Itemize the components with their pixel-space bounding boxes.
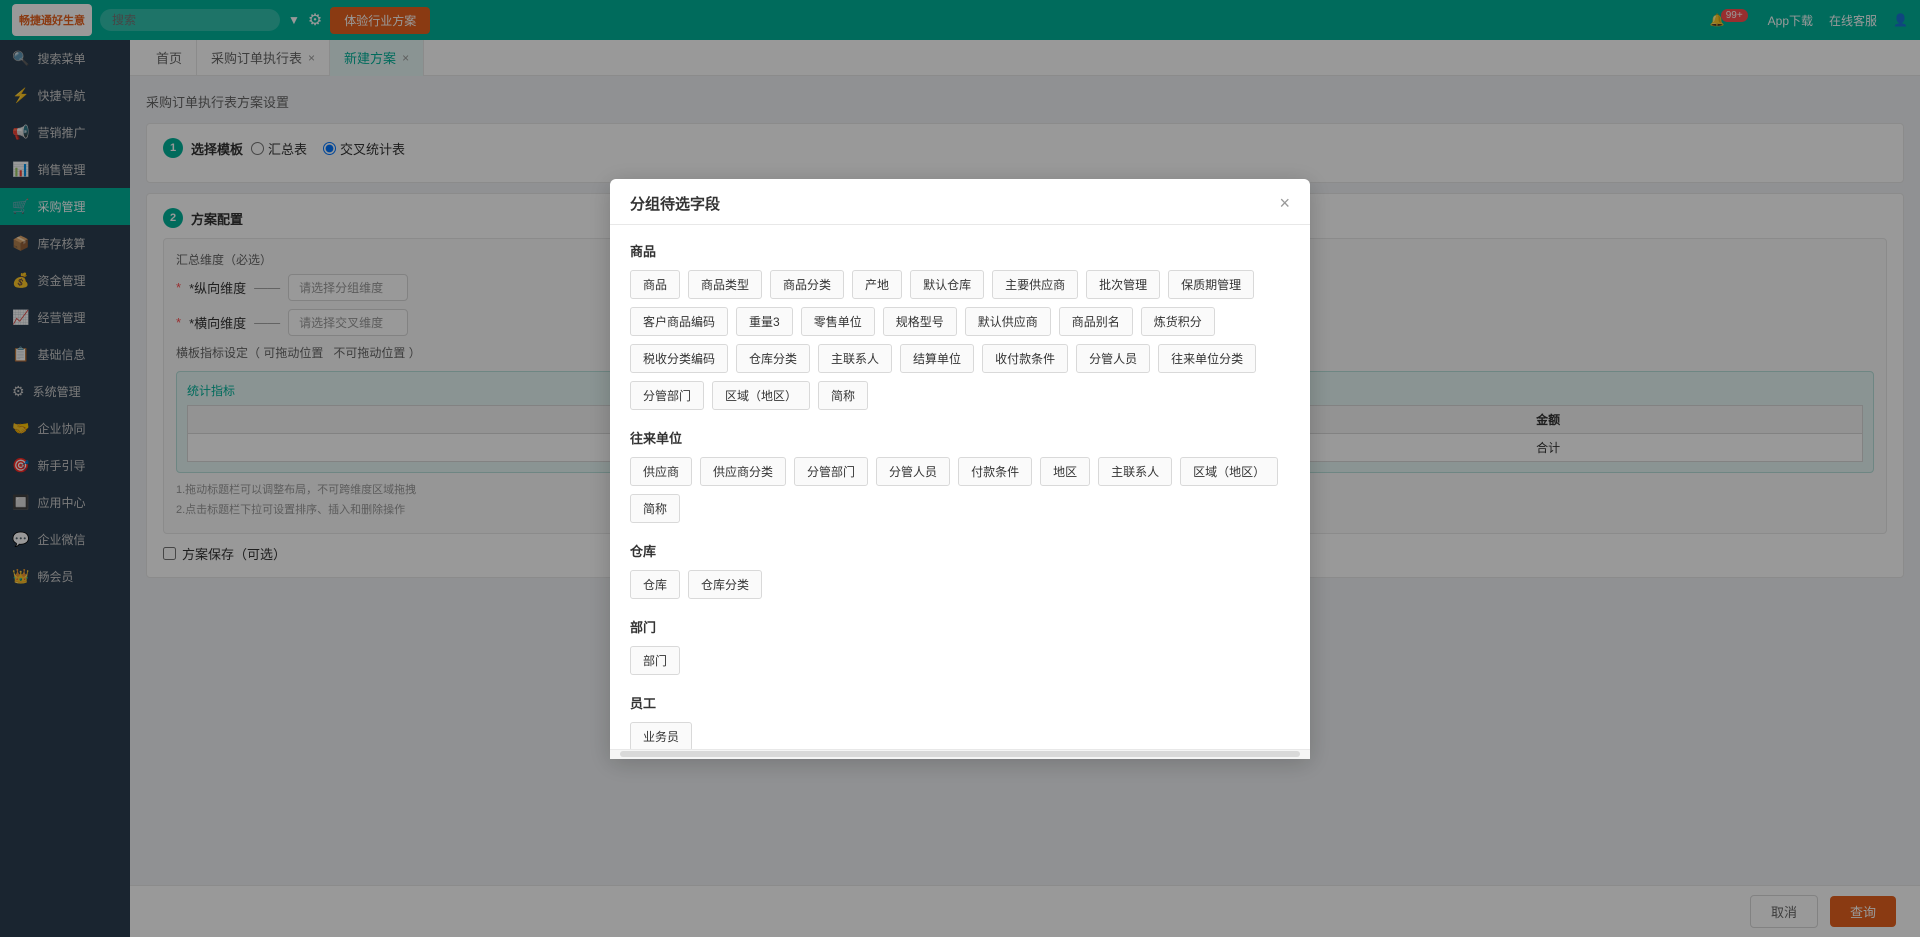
field-tag[interactable]: 重量3 [736,307,793,336]
modal-close-button[interactable]: × [1279,193,1290,214]
field-tag[interactable]: 零售单位 [801,307,875,336]
field-tag[interactable]: 税收分类编码 [630,344,728,373]
field-tag[interactable]: 区域（地区） [1180,457,1278,486]
field-tag[interactable]: 产地 [852,270,902,299]
field-tag[interactable]: 主联系人 [1098,457,1172,486]
field-tag[interactable]: 客户商品编码 [630,307,728,336]
group-title-warehouse: 仓库 [630,541,1290,560]
modal-body: 商品 商品 商品类型 商品分类 产地 默认仓库 主要供应商 批次管理 保质期管理… [610,225,1310,749]
field-tag[interactable]: 业务员 [630,722,692,749]
field-tags-employee: 业务员 [630,722,1290,749]
group-title-department: 部门 [630,617,1290,636]
field-tag[interactable]: 付款条件 [958,457,1032,486]
field-tags-partner: 供应商 供应商分类 分管部门 分管人员 付款条件 地区 主联系人 区域（地区） … [630,457,1290,523]
modal-header: 分组待选字段 × [610,179,1310,225]
field-tag[interactable]: 分管人员 [1076,344,1150,373]
field-group-warehouse: 仓库 仓库 仓库分类 [630,541,1290,599]
field-tag[interactable]: 分管人员 [876,457,950,486]
field-tag[interactable]: 仓库分类 [688,570,762,599]
field-group-department: 部门 部门 [630,617,1290,675]
field-tag[interactable]: 仓库分类 [736,344,810,373]
field-tag[interactable]: 分管部门 [794,457,868,486]
field-tag[interactable]: 分管部门 [630,381,704,410]
field-tag[interactable]: 部门 [630,646,680,675]
field-tag[interactable]: 区域（地区） [712,381,810,410]
field-tag[interactable]: 仓库 [630,570,680,599]
field-group-partner: 往来单位 供应商 供应商分类 分管部门 分管人员 付款条件 地区 主联系人 区域… [630,428,1290,523]
field-group-employee: 员工 业务员 [630,693,1290,749]
field-tag[interactable]: 结算单位 [900,344,974,373]
field-tag[interactable]: 地区 [1040,457,1090,486]
field-tag[interactable]: 收付款条件 [982,344,1068,373]
field-tag[interactable]: 简称 [630,494,680,523]
field-group-product: 商品 商品 商品类型 商品分类 产地 默认仓库 主要供应商 批次管理 保质期管理… [630,241,1290,410]
group-title-partner: 往来单位 [630,428,1290,447]
modal-overlay: 分组待选字段 × 商品 商品 商品类型 商品分类 产地 默认仓库 主要供应商 批… [0,0,1920,937]
field-tag[interactable]: 规格型号 [883,307,957,336]
field-tag[interactable]: 默认仓库 [910,270,984,299]
field-tag[interactable]: 保质期管理 [1168,270,1254,299]
field-tags-department: 部门 [630,646,1290,675]
field-tag[interactable]: 商品别名 [1059,307,1133,336]
field-tags-product: 商品 商品类型 商品分类 产地 默认仓库 主要供应商 批次管理 保质期管理 客户… [630,270,1290,410]
field-tag[interactable]: 简称 [818,381,868,410]
modal-hscrollbar[interactable] [610,749,1310,759]
group-title-employee: 员工 [630,693,1290,712]
modal-title: 分组待选字段 [630,193,720,214]
field-tag[interactable]: 供应商分类 [700,457,786,486]
field-tags-warehouse: 仓库 仓库分类 [630,570,1290,599]
field-select-modal: 分组待选字段 × 商品 商品 商品类型 商品分类 产地 默认仓库 主要供应商 批… [610,179,1310,759]
field-tag[interactable]: 商品分类 [770,270,844,299]
field-tag[interactable]: 商品类型 [688,270,762,299]
field-tag[interactable]: 默认供应商 [965,307,1051,336]
field-tag[interactable]: 往来单位分类 [1158,344,1256,373]
field-tag[interactable]: 炼货积分 [1141,307,1215,336]
field-tag[interactable]: 主联系人 [818,344,892,373]
field-tag[interactable]: 商品 [630,270,680,299]
group-title-product: 商品 [630,241,1290,260]
field-tag[interactable]: 批次管理 [1086,270,1160,299]
field-tag[interactable]: 主要供应商 [992,270,1078,299]
field-tag[interactable]: 供应商 [630,457,692,486]
